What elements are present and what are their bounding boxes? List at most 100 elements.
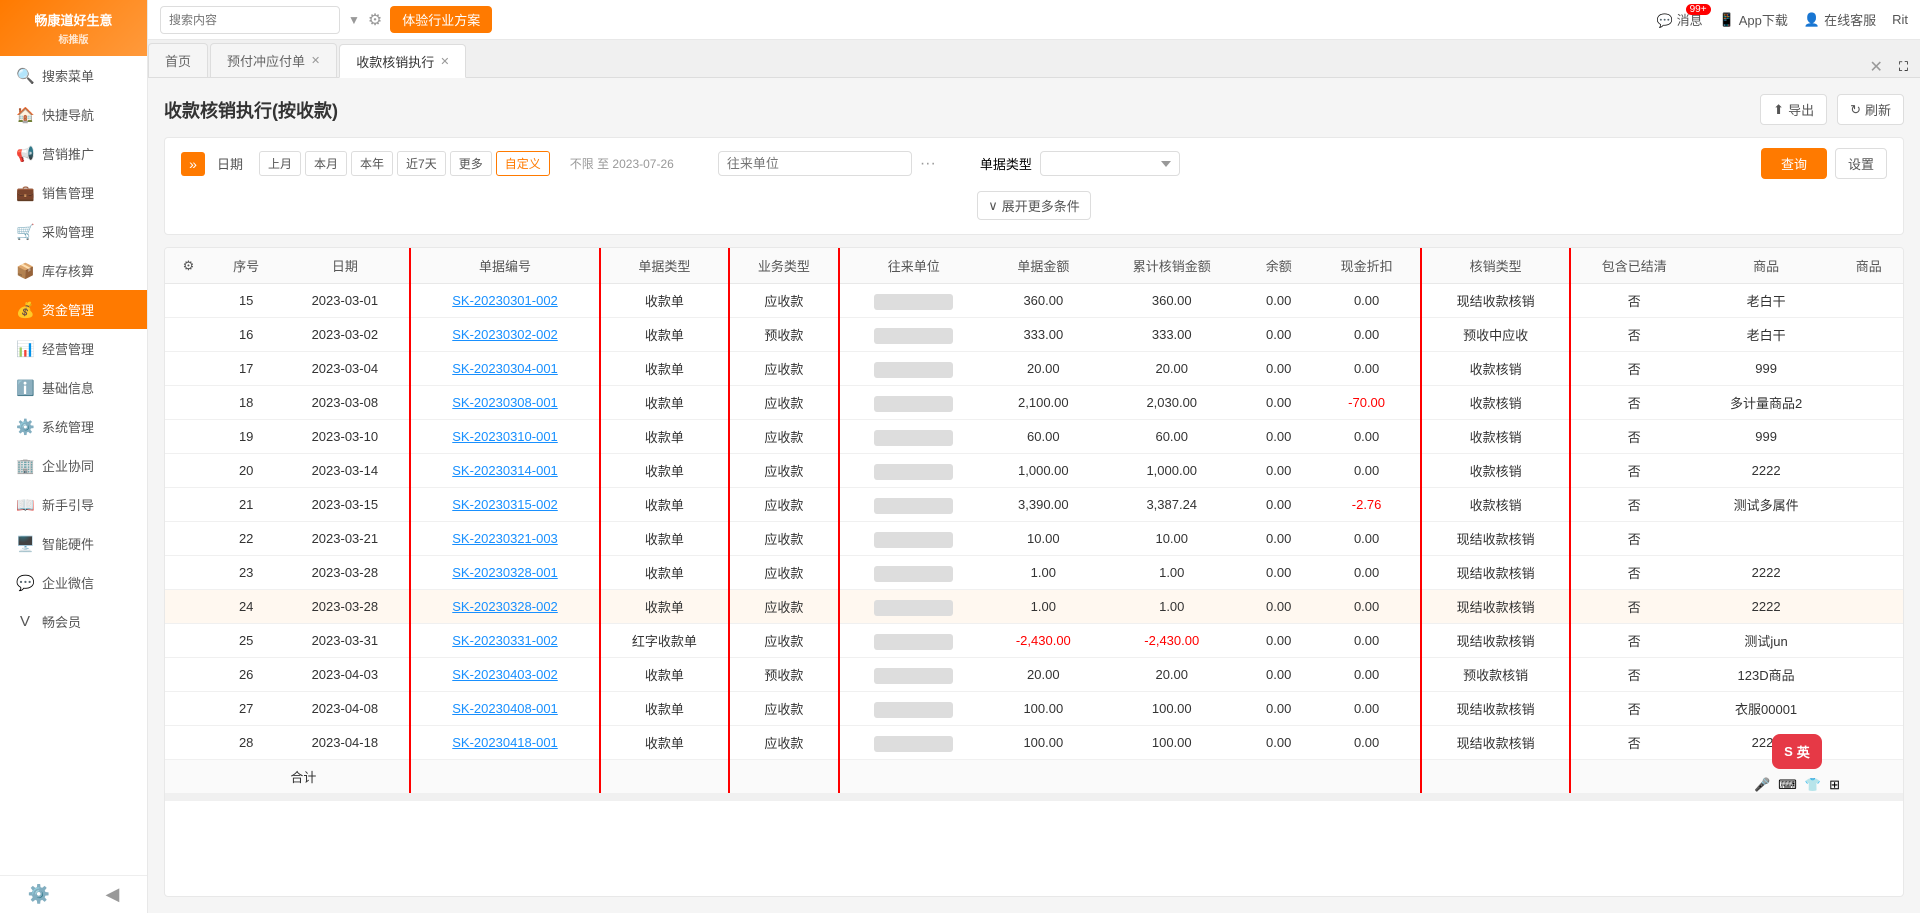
bill-no-link[interactable]: SK-20230328-002 [452,599,558,614]
sidebar-item-wechat[interactable]: 💬企业微信 [0,563,147,602]
cell-partner: ████ [839,624,988,658]
cell-no: 27 [212,692,280,726]
tabbar-close-all[interactable]: ✕ [1869,57,1882,77]
app-download-link[interactable]: 📱 App下载 [1719,10,1788,29]
cell-goods: 老白干 [1698,284,1835,318]
col-verified: 累计核销金额 [1099,248,1245,284]
cell-biz-type: 应收款 [729,692,839,726]
bill-no-link[interactable]: SK-20230314-001 [452,463,558,478]
sidebar-item-enterprise[interactable]: 🏢企业协同 [0,446,147,485]
cell-biz-type: 应收款 [729,386,839,420]
bill-no-link[interactable]: SK-20230328-001 [452,565,558,580]
cell-verify-type: 现结收款核销 [1421,522,1570,556]
tabbar-expand-icon[interactable]: ⛶ [1899,59,1908,75]
cell-goods: 测试多属件 [1698,488,1835,522]
sidebar-item-marketing[interactable]: 📢营销推广 [0,134,147,173]
sidebar-collapse-btn[interactable]: ◀ [105,884,119,905]
tab-prepay-close[interactable]: ✕ [311,54,320,67]
sidebar-item-sales[interactable]: 💼销售管理 [0,173,147,212]
bill-no-link[interactable]: SK-20230315-002 [452,497,558,512]
cell-amount: 20.00 [988,658,1099,692]
cell-goods: 2222 [1698,590,1835,624]
bill-no-link[interactable]: SK-20230308-001 [452,395,558,410]
sidebar-item-search[interactable]: 🔍搜索菜单 [0,56,147,95]
sidebar-label-marketing: 营销推广 [42,144,94,163]
bill-no-link[interactable]: SK-20230403-002 [452,667,558,682]
sidebar-item-member[interactable]: V畅会员 [0,602,147,641]
cell-verify-type: 预收中应收 [1421,318,1570,352]
cell-goods2 [1835,590,1903,624]
sidebar-item-guide[interactable]: 📖新手引导 [0,485,147,524]
date-this-year-btn[interactable]: 本年 [351,151,393,176]
cell-discount: 0.00 [1313,352,1421,386]
cell-balance: 0.00 [1245,386,1313,420]
date-last-month-btn[interactable]: 上月 [259,151,301,176]
industry-solution-btn[interactable]: 体验行业方案 [390,6,492,33]
date-7days-btn[interactable]: 近7天 [397,151,446,176]
tab-receipt[interactable]: 收款核销执行 ✕ [339,44,466,78]
expand-more-btn[interactable]: ∨ 展开更多条件 [977,191,1091,220]
partner-dots[interactable]: ··· [920,155,936,173]
filter-date-range: 不限 至 2023-07-26 [570,155,674,172]
user-account[interactable]: Rit [1892,12,1908,27]
cell-goods [1698,522,1835,556]
sidebar-item-system[interactable]: ⚙️系统管理 [0,407,147,446]
query-button[interactable]: 查询 [1761,148,1827,179]
message-badge[interactable]: 💬 消息 99+ [1657,10,1703,29]
sidebar-item-nav[interactable]: 🏠快捷导航 [0,95,147,134]
sidebar-item-operation[interactable]: 📊经营管理 [0,329,147,368]
cell-verify-type: 现结收款核销 [1421,726,1570,760]
export-button[interactable]: ⬆ 导出 [1760,94,1827,125]
cell-discount: 0.00 [1313,420,1421,454]
tab-home[interactable]: 首页 [148,43,208,77]
sidebar-settings-btn[interactable]: ⚙️ [28,884,50,905]
cell-gear [165,726,212,760]
cell-date: 2023-03-15 [280,488,410,522]
bill-type-select[interactable] [1040,151,1180,176]
sidebar-item-purchase[interactable]: 🛒采购管理 [0,212,147,251]
bill-no-link[interactable]: SK-20230408-001 [452,701,558,716]
cell-no: 22 [212,522,280,556]
cell-date: 2023-03-04 [280,352,410,386]
refresh-button[interactable]: ↻ 刷新 [1837,94,1904,125]
footer-verify-type [1421,760,1570,794]
topbar-search-input[interactable] [160,6,340,34]
bill-no-link[interactable]: SK-20230302-002 [452,327,558,342]
date-custom-btn[interactable]: 自定义 [496,151,550,176]
bill-no-link[interactable]: SK-20230418-001 [452,735,558,750]
bill-no-link[interactable]: SK-20230304-001 [452,361,558,376]
bill-no-link[interactable]: SK-20230331-002 [452,633,558,648]
date-more-btn[interactable]: 更多 [450,151,492,176]
sidebar-item-finance[interactable]: 💰资金管理 [0,290,147,329]
cell-gear [165,488,212,522]
sidebar-item-hardware[interactable]: 🖥️智能硬件 [0,524,147,563]
filter-expand-arrow[interactable]: » [181,152,205,176]
cell-balance: 0.00 [1245,420,1313,454]
col-gear[interactable]: ⚙ [165,248,212,284]
sidebar-item-inventory[interactable]: 📦库存核算 [0,251,147,290]
app-label: App下载 [1739,10,1788,29]
tab-receipt-close[interactable]: ✕ [440,55,449,68]
cell-goods2 [1835,624,1903,658]
data-table-container: ⚙ 序号 日期 单据编号 单据类型 业务类型 往来单位 单据金额 累计核销金额 … [164,247,1904,897]
bill-no-link[interactable]: SK-20230301-002 [452,293,558,308]
cell-verify-type: 收款核销 [1421,454,1570,488]
online-service-link[interactable]: 👤 在线客服 [1804,10,1876,29]
bill-no-link[interactable]: SK-20230310-001 [452,429,558,444]
table-row: 15 2023-03-01 SK-20230301-002 收款单 应收款 ██… [165,284,1903,318]
partner-input[interactable] [718,151,912,176]
cell-bill-type: 收款单 [600,318,729,352]
sidebar-item-base[interactable]: ℹ️基础信息 [0,368,147,407]
sidebar: 畅康道好生意 标推版 🔍搜索菜单🏠快捷导航📢营销推广💼销售管理🛒采购管理📦库存核… [0,0,148,913]
tab-prepay[interactable]: 预付冲应付单 ✕ [210,43,337,77]
cell-biz-type: 预收款 [729,658,839,692]
date-this-month-btn[interactable]: 本月 [305,151,347,176]
bill-no-link[interactable]: SK-20230321-003 [452,531,558,546]
topbar-gear-icon[interactable]: ⚙ [368,10,382,30]
cell-verified: 10.00 [1099,522,1245,556]
sidebar-label-wechat: 企业微信 [42,573,94,592]
cell-amount: 2,100.00 [988,386,1099,420]
table-scrollbar[interactable] [165,793,1903,801]
cell-no: 18 [212,386,280,420]
filter-settings-btn[interactable]: 设置 [1835,148,1887,179]
